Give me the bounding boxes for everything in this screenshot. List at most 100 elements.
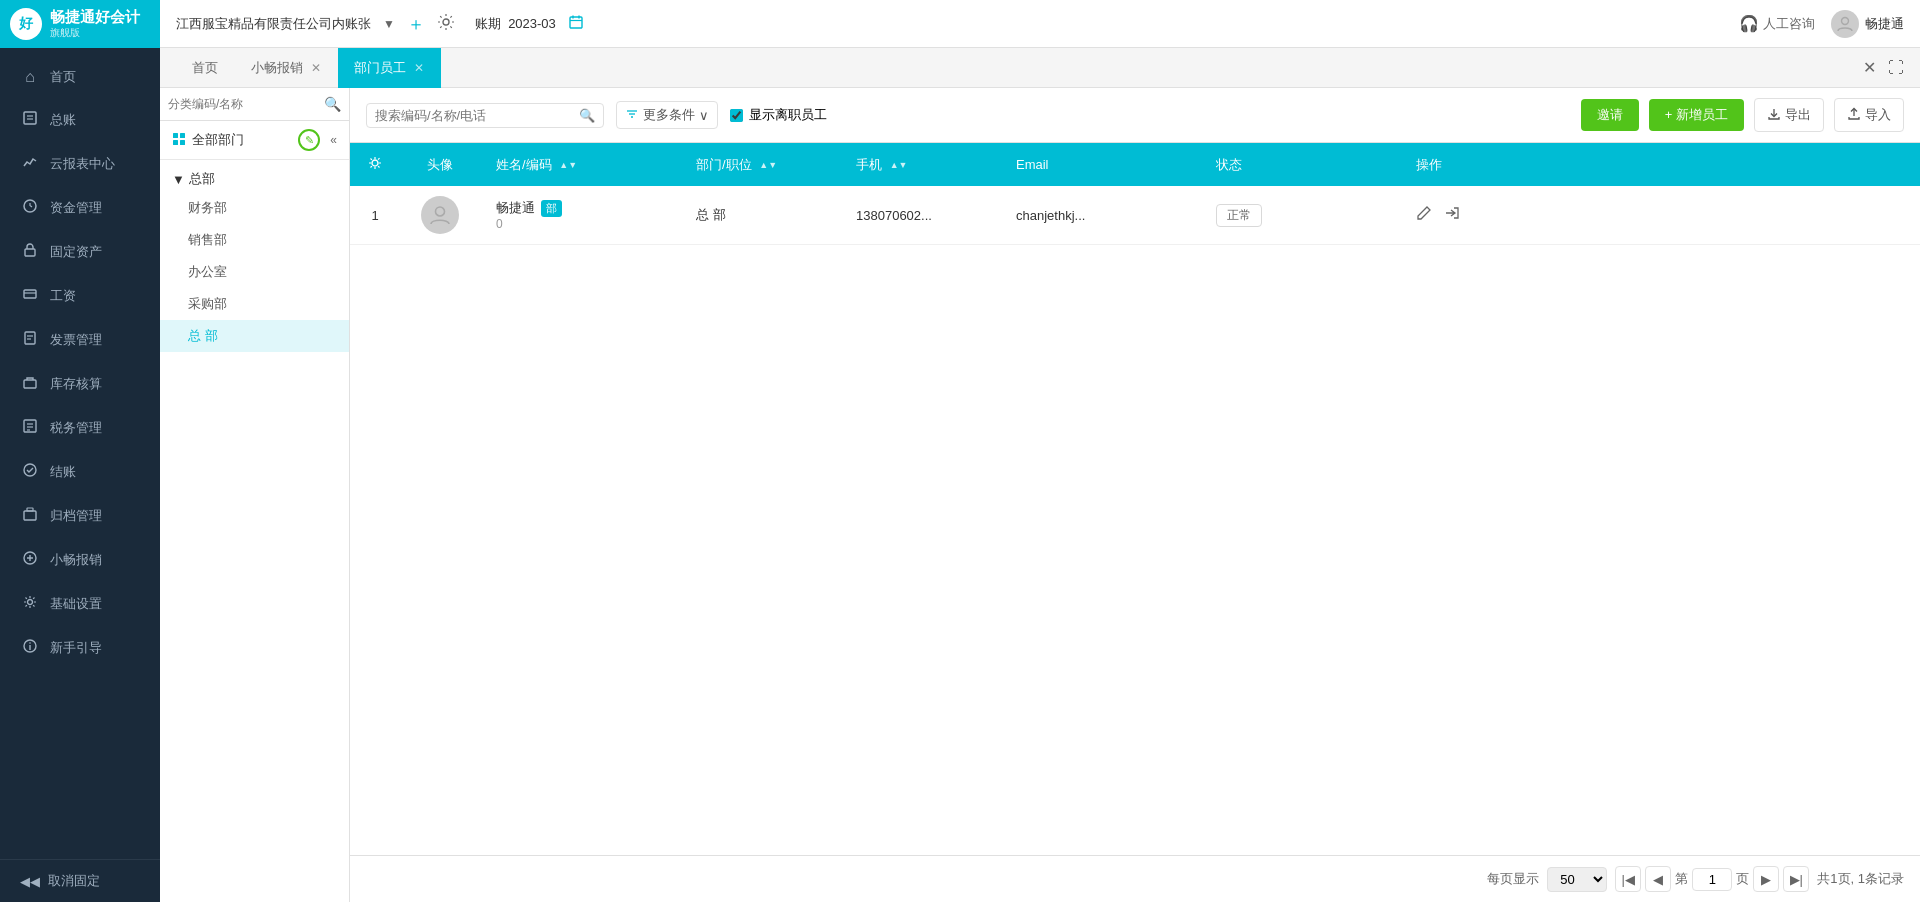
- sidebar-item-archive[interactable]: 归档管理: [0, 494, 160, 538]
- fullscreen-icon[interactable]: ⛶: [1888, 59, 1904, 77]
- staff-search-icon[interactable]: 🔍: [579, 108, 595, 123]
- dept-root-label: 总部: [189, 170, 215, 188]
- sidebar-item-xiaochang[interactable]: 小畅报销: [0, 538, 160, 582]
- dept-item-finance[interactable]: 财务部: [160, 192, 349, 224]
- svg-rect-31: [180, 140, 185, 145]
- close-window-icon[interactable]: ✕: [1863, 58, 1876, 77]
- staff-toolbar: 🔍 更多条件 ∨ 显示离职员工 邀请 + 新增员工: [350, 88, 1920, 143]
- dept-search-input[interactable]: [168, 97, 320, 111]
- xiaochang-icon: [20, 550, 40, 570]
- ledger-icon: [20, 110, 40, 130]
- dept-badge: 部: [541, 200, 562, 217]
- staff-search-wrap: 🔍: [366, 103, 604, 128]
- col-email: Email: [1000, 143, 1200, 186]
- staff-search-input[interactable]: [375, 108, 575, 123]
- add-company-icon[interactable]: ＋: [407, 15, 425, 33]
- add-staff-button[interactable]: + 新增员工: [1649, 99, 1744, 131]
- sidebar-item-invoice[interactable]: 发票管理: [0, 318, 160, 362]
- dept-item-general[interactable]: 总 部: [160, 320, 349, 352]
- staff-table: 头像 姓名/编码 ▲▼ 部门/职位 ▲▼ 手机: [350, 143, 1920, 245]
- tab-dept-staff[interactable]: 部门员工 ✕: [338, 48, 441, 88]
- filter-label: 更多条件: [643, 106, 695, 124]
- tab-xiaochang[interactable]: 小畅报销 ✕: [235, 48, 338, 88]
- sidebar-item-ledger[interactable]: 总账: [0, 98, 160, 142]
- sidebar-item-inventory[interactable]: 库存核算: [0, 362, 160, 406]
- col-settings[interactable]: [350, 143, 400, 186]
- logout-staff-icon[interactable]: [1444, 205, 1460, 225]
- period-value: 2023-03: [508, 16, 556, 31]
- dept-collapse-icon[interactable]: «: [330, 133, 337, 147]
- filter-btn[interactable]: 更多条件 ∨: [616, 101, 718, 129]
- page-last-btn[interactable]: ▶|: [1783, 866, 1809, 892]
- svg-point-27: [1842, 17, 1849, 24]
- row-actions: [1400, 186, 1920, 245]
- sidebar-item-basic[interactable]: 基础设置: [0, 582, 160, 626]
- show-resigned-checkbox[interactable]: [730, 109, 743, 122]
- page-next-btn[interactable]: ▶: [1753, 866, 1779, 892]
- service-btn[interactable]: 🎧 人工咨询: [1739, 14, 1815, 33]
- tab-dept-label: 部门员工: [354, 59, 406, 77]
- export-button[interactable]: 导出: [1754, 98, 1824, 132]
- basic-icon: [20, 594, 40, 614]
- svg-point-22: [443, 19, 449, 25]
- dept-edit-icon[interactable]: ✎: [298, 129, 320, 151]
- svg-rect-16: [24, 511, 36, 520]
- sort-mobile-icon[interactable]: ▲▼: [890, 161, 908, 170]
- import-button[interactable]: 导入: [1834, 98, 1904, 132]
- row-mobile: 138070602...: [840, 186, 1000, 245]
- sidebar-item-salary[interactable]: 工资: [0, 274, 160, 318]
- sort-name-icon[interactable]: ▲▼: [559, 161, 577, 170]
- sidebar-item-guide[interactable]: 新手引导: [0, 626, 160, 670]
- sort-dept-icon[interactable]: ▲▼: [759, 161, 777, 170]
- salary-icon: [20, 286, 40, 306]
- svg-rect-5: [24, 290, 36, 298]
- svg-point-38: [436, 207, 445, 216]
- tab-xiaochang-close[interactable]: ✕: [311, 61, 321, 75]
- col-name-code[interactable]: 姓名/编码 ▲▼: [480, 143, 680, 186]
- sidebar-label-assets: 固定资产: [50, 243, 102, 261]
- company-dropdown-icon[interactable]: ▼: [383, 17, 395, 31]
- invite-button[interactable]: 邀请: [1581, 99, 1639, 131]
- page-di-label: 第: [1675, 870, 1688, 888]
- sidebar-label-guide: 新手引导: [50, 639, 102, 657]
- show-resigned-label[interactable]: 显示离职员工: [730, 106, 827, 124]
- sidebar-item-capital[interactable]: 资金管理: [0, 186, 160, 230]
- dept-all-header[interactable]: 全部部门 ✎ «: [160, 121, 349, 160]
- edit-staff-icon[interactable]: [1416, 205, 1432, 225]
- col-actions: 操作: [1400, 143, 1920, 186]
- import-label: 导入: [1865, 106, 1891, 124]
- svg-point-15: [24, 464, 36, 476]
- calendar-icon[interactable]: [568, 14, 584, 34]
- logo-text-wrap: 畅捷通好会计 旗舰版: [50, 8, 140, 40]
- sidebar-logo[interactable]: 好 畅捷通好会计 旗舰版: [0, 0, 160, 48]
- dept-item-office[interactable]: 办公室: [160, 256, 349, 288]
- svg-rect-30: [173, 140, 178, 145]
- user-menu[interactable]: 畅捷通: [1831, 10, 1904, 38]
- sidebar-item-home[interactable]: ⌂ 首页: [0, 56, 160, 98]
- page-prev-btn[interactable]: ◀: [1645, 866, 1671, 892]
- tabbar-right: ✕ ⛶: [1863, 58, 1904, 77]
- dept-grid-icon: [172, 132, 186, 149]
- user-avatar: [1831, 10, 1859, 38]
- sidebar-item-checkout[interactable]: 结账: [0, 450, 160, 494]
- settings-icon[interactable]: [437, 13, 455, 35]
- dept-item-purchase[interactable]: 采购部: [160, 288, 349, 320]
- sidebar-item-tax[interactable]: 税务管理: [0, 406, 160, 450]
- table-row: 1 畅捷通: [350, 186, 1920, 245]
- page-first-btn[interactable]: |◀: [1615, 866, 1641, 892]
- tab-home[interactable]: 首页: [176, 48, 235, 88]
- dept-search-icon[interactable]: 🔍: [324, 96, 341, 112]
- dept-group-root[interactable]: ▼ 总部: [160, 164, 349, 192]
- col-dept-pos[interactable]: 部门/职位 ▲▼: [680, 143, 840, 186]
- tab-dept-close[interactable]: ✕: [414, 61, 424, 75]
- sidebar-item-assets[interactable]: 固定资产: [0, 230, 160, 274]
- sidebar-label-capital: 资金管理: [50, 199, 102, 217]
- page-size-select[interactable]: 50 10 20 100: [1547, 867, 1607, 892]
- page-input[interactable]: [1692, 868, 1732, 891]
- sidebar-item-reports[interactable]: 云报表中心: [0, 142, 160, 186]
- col-mobile[interactable]: 手机 ▲▼: [840, 143, 1000, 186]
- cancel-fixed-btn[interactable]: ◀◀ 取消固定: [0, 859, 160, 902]
- dept-item-sales[interactable]: 销售部: [160, 224, 349, 256]
- export-label: 导出: [1785, 106, 1811, 124]
- dept-all-label: 全部部门: [192, 131, 244, 149]
